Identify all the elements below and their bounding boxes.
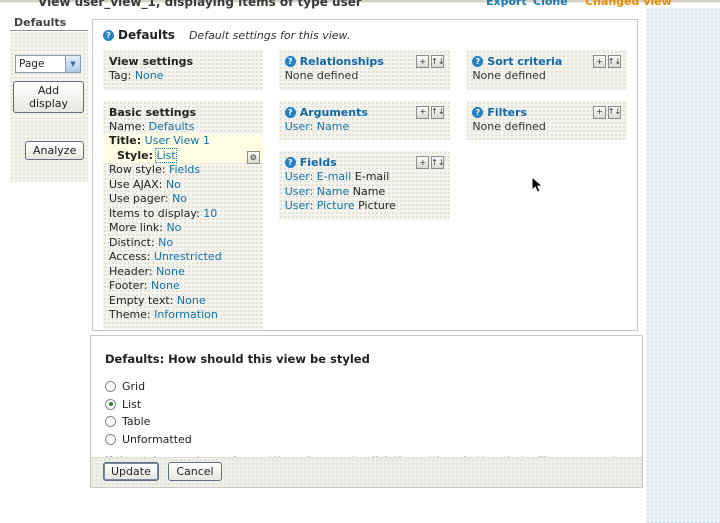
mouse-cursor: [531, 176, 544, 198]
style-options: Grid List Table Unformatted: [91, 366, 642, 448]
setting-row-style: Style: List: [109, 149, 257, 164]
setting-row-footer: Footer: None: [109, 279, 257, 294]
field-row: User: Picture Picture: [285, 199, 445, 214]
style-option-grid[interactable]: Grid: [105, 378, 628, 396]
section-arguments: ? Arguments + ↑↓ User: Name: [279, 101, 451, 141]
rearrange-icon[interactable]: ↑↓: [431, 55, 444, 68]
rearrange-icon[interactable]: ↑↓: [608, 106, 621, 119]
help-icon[interactable]: ?: [285, 107, 296, 118]
setting-row-rowstyle: Row style: Fields: [109, 163, 257, 178]
analyze-button[interactable]: Analyze: [25, 141, 84, 160]
rearrange-icon[interactable]: ↑↓: [608, 55, 621, 68]
tag-label: Tag:: [109, 69, 131, 82]
setting-row-access: Access: Unrestricted: [109, 250, 257, 265]
help-icon[interactable]: ?: [472, 107, 483, 118]
page-header: View user_view_1, displaying items of ty…: [0, 0, 720, 11]
setting-row-header: Header: None: [109, 265, 257, 280]
display-type-select-value: Page: [16, 56, 65, 72]
cancel-button[interactable]: Cancel: [168, 462, 221, 481]
view-settings-title: View settings: [109, 55, 193, 68]
style-option-unformatted[interactable]: Unformatted: [105, 431, 628, 449]
rearrange-icon[interactable]: ↑↓: [431, 156, 444, 169]
add-icon[interactable]: +: [416, 156, 429, 169]
filters-empty: None defined: [472, 120, 621, 135]
setting-row-items: Items to display: 10: [109, 207, 257, 222]
chevron-down-icon: ▼: [65, 56, 80, 72]
setting-row-name: Name: Defaults: [109, 120, 257, 135]
help-icon[interactable]: ?: [285, 56, 296, 67]
style-form-heading: Defaults: How should this view be styled: [91, 336, 642, 366]
filters-title[interactable]: Filters: [487, 106, 527, 119]
radio-grid[interactable]: [105, 381, 116, 392]
setting-row-title: Title: User View 1: [109, 134, 257, 149]
section-relationships: ? Relationships + ↑↓ None defined: [279, 50, 451, 90]
setting-row-theme: Theme: Information: [109, 308, 257, 323]
relationships-empty: None defined: [285, 69, 445, 84]
update-button[interactable]: Update: [103, 462, 159, 481]
add-icon[interactable]: +: [416, 55, 429, 68]
setting-row-emptytext: Empty text: None: [109, 294, 257, 309]
sort-criteria-empty: None defined: [472, 69, 621, 84]
basic-settings-title: Basic settings: [109, 106, 196, 119]
field-row: User: E-mail E-mail: [285, 170, 445, 185]
export-link[interactable]: Export: [486, 0, 527, 8]
arguments-title[interactable]: Arguments: [300, 106, 368, 119]
help-icon[interactable]: ?: [103, 30, 114, 41]
panel-subtitle: Default settings for this view.: [189, 29, 350, 42]
argument-item-link[interactable]: User: Name: [285, 120, 350, 133]
radio-unformatted[interactable]: [105, 434, 116, 445]
setting-row-distinct: Distinct: No: [109, 236, 257, 251]
view-title: View user_view_1, displaying items of ty…: [38, 0, 362, 9]
setting-row-morelink: More link: No: [109, 221, 257, 236]
clone-link[interactable]: Clone: [533, 0, 568, 8]
help-icon[interactable]: ?: [472, 56, 483, 67]
tab-defaults[interactable]: Defaults: [10, 14, 88, 31]
display-sidebar: Page ▼ Add display Analyze: [10, 32, 88, 182]
style-option-table[interactable]: Table: [105, 413, 628, 431]
section-fields: ? Fields + ↑↓ User: E-mail E-mail User: …: [279, 151, 451, 220]
changed-view-link[interactable]: Changed view: [585, 0, 672, 8]
style-settings-form: Defaults: How should this view be styled…: [90, 335, 643, 488]
display-type-select[interactable]: Page ▼: [15, 55, 81, 73]
section-sort-criteria: ? Sort criteria + ↑↓ None defined: [466, 50, 627, 90]
setting-row-pager: Use pager: No: [109, 192, 257, 207]
relationships-title[interactable]: Relationships: [300, 55, 384, 68]
form-actions-bar: Update Cancel: [91, 457, 642, 487]
add-display-button[interactable]: Add display: [13, 81, 84, 113]
sort-criteria-title[interactable]: Sort criteria: [487, 55, 562, 68]
tag-value-link[interactable]: None: [135, 69, 164, 82]
panel-header: ? Defaults Default settings for this vie…: [103, 27, 627, 43]
display-summary-panel: ? Defaults Default settings for this vie…: [92, 19, 638, 331]
views-edit-screen: View user_view_1, displaying items of ty…: [0, 0, 720, 523]
fields-title[interactable]: Fields: [300, 156, 337, 169]
highlighted-settings-block: Title: User View 1 Style: List ⚙: [103, 134, 263, 163]
add-icon[interactable]: +: [593, 106, 606, 119]
section-basic-settings: Basic settings Name: Defaults Title: Use…: [103, 101, 263, 329]
help-icon[interactable]: ?: [285, 157, 296, 168]
field-row: User: Name Name: [285, 185, 445, 200]
setting-row-ajax: Use AJAX: No: [109, 178, 257, 193]
panel-title: Defaults: [118, 28, 175, 42]
section-filters: ? Filters + ↑↓ None defined: [466, 101, 627, 141]
page-margin: [646, 8, 720, 523]
radio-list[interactable]: [105, 399, 116, 410]
add-icon[interactable]: +: [416, 106, 429, 119]
add-icon[interactable]: +: [593, 55, 606, 68]
radio-table[interactable]: [105, 416, 116, 427]
section-view-settings: View settings Tag: None: [103, 50, 263, 90]
gear-icon[interactable]: ⚙: [247, 151, 260, 164]
rearrange-icon[interactable]: ↑↓: [431, 106, 444, 119]
style-option-list[interactable]: List: [105, 396, 628, 414]
